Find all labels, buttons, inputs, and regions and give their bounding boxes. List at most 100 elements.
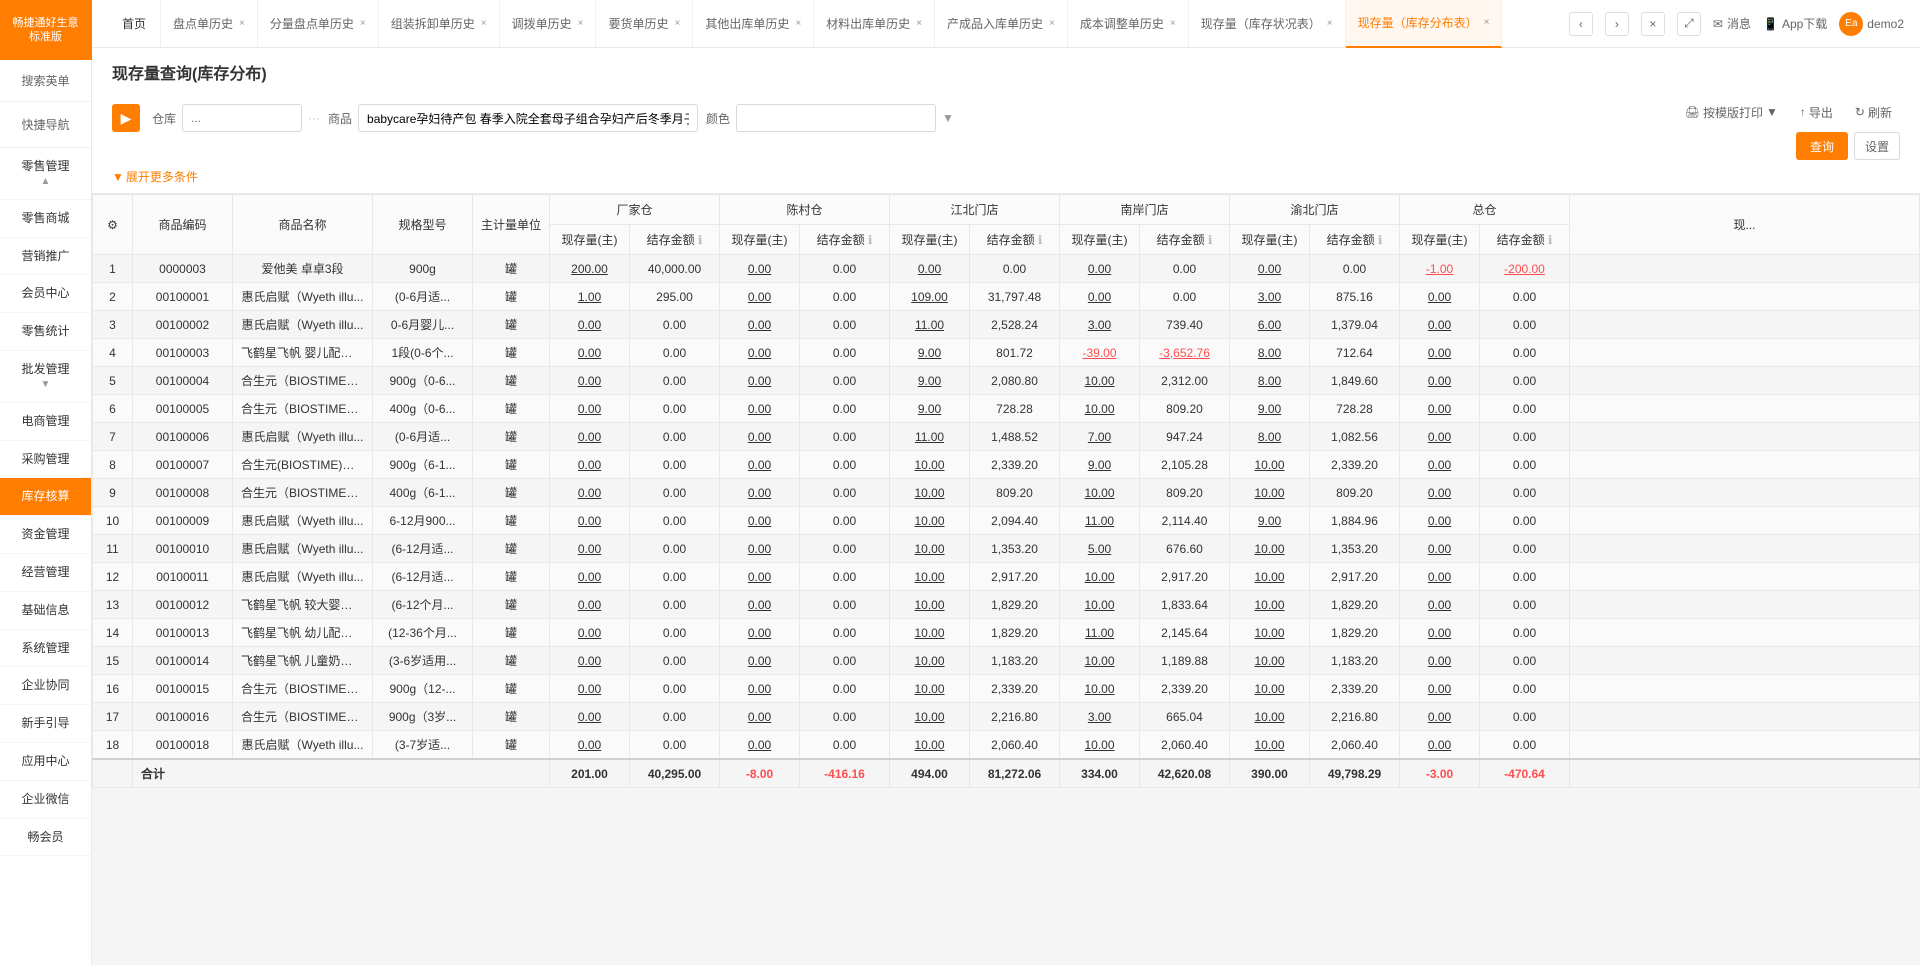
cell-t-stock[interactable]: 0.00 (1400, 479, 1480, 507)
th-settings[interactable]: ⚙ (93, 195, 133, 255)
tab-qita-close[interactable]: × (795, 18, 801, 29)
tab-xiancun-close[interactable]: × (1327, 18, 1333, 29)
sidebar-item-newguide[interactable]: 新手引导 (0, 705, 91, 743)
cell-jb-stock[interactable]: 0.00 (890, 255, 970, 283)
cell-t-stock[interactable]: 0.00 (1400, 647, 1480, 675)
color-dropdown-icon[interactable]: ▼ (942, 111, 954, 125)
sidebar-item-finance[interactable]: 资金管理 (0, 516, 91, 554)
export-btn[interactable]: ↑ 导出 (1792, 98, 1841, 126)
color-input[interactable] (736, 104, 936, 132)
cell-fc-stock[interactable]: 0.00 (550, 479, 630, 507)
cell-jb-stock[interactable]: 109.00 (890, 283, 970, 311)
cell-t-stock[interactable]: 0.00 (1400, 619, 1480, 647)
tab-diaobo-close[interactable]: × (578, 18, 584, 29)
sidebar-item-appcenter[interactable]: 应用中心 (0, 743, 91, 781)
cell-t-stock[interactable]: 0.00 (1400, 311, 1480, 339)
cell-na-stock[interactable]: 11.00 (1060, 619, 1140, 647)
sidebar-item-basic[interactable]: 基础信息 (0, 592, 91, 630)
cell-jb-stock[interactable]: 10.00 (890, 703, 970, 731)
sidebar-item-retail[interactable]: 零售管理 ▲ (0, 148, 91, 200)
cell-yb-stock[interactable]: 8.00 (1230, 339, 1310, 367)
home-tab[interactable]: 首页 (108, 0, 161, 48)
cell-fc-stock[interactable]: 0.00 (550, 507, 630, 535)
query-btn[interactable]: 查询 (1796, 132, 1848, 160)
cell-yb-stock[interactable]: 10.00 (1230, 535, 1310, 563)
cell-jb-stock[interactable]: 10.00 (890, 535, 970, 563)
cell-fc-stock[interactable]: 0.00 (550, 451, 630, 479)
cell-fc-stock[interactable]: 0.00 (550, 619, 630, 647)
sidebar-item-operation[interactable]: 经营管理 (0, 554, 91, 592)
cell-na-stock[interactable]: 10.00 (1060, 367, 1140, 395)
cell-na-stock[interactable]: 0.00 (1060, 283, 1140, 311)
cell-na-stock[interactable]: 10.00 (1060, 675, 1140, 703)
cell-na-stock[interactable]: 10.00 (1060, 591, 1140, 619)
sidebar-item-retail-shop[interactable]: 零售商城 (0, 200, 91, 238)
cell-jb-stock[interactable]: 10.00 (890, 675, 970, 703)
cell-na-stock[interactable]: 10.00 (1060, 395, 1140, 423)
settings-btn[interactable]: 设置 (1854, 132, 1900, 160)
cell-fc-stock[interactable]: 0.00 (550, 563, 630, 591)
cell-t-stock[interactable]: 0.00 (1400, 283, 1480, 311)
cell-yb-stock[interactable]: 8.00 (1230, 423, 1310, 451)
cell-cc-stock[interactable]: 0.00 (720, 647, 800, 675)
cell-fc-stock[interactable]: 200.00 (550, 255, 630, 283)
cell-na-stock[interactable]: 7.00 (1060, 423, 1140, 451)
sidebar-item-member[interactable]: 会员中心 (0, 275, 91, 313)
tab-xiancunliang-dist[interactable]: 现存量（库存分布表） × (1346, 0, 1503, 48)
cell-jb-stock[interactable]: 11.00 (890, 423, 970, 451)
cell-yb-stock[interactable]: 10.00 (1230, 591, 1310, 619)
cell-yb-stock[interactable]: 9.00 (1230, 395, 1310, 423)
cell-fc-stock[interactable]: 1.00 (550, 283, 630, 311)
cell-cc-stock[interactable]: 0.00 (720, 619, 800, 647)
cell-t-stock[interactable]: 0.00 (1400, 339, 1480, 367)
sidebar-item-retail-stat[interactable]: 零售统计 (0, 313, 91, 351)
tab-pandian-close[interactable]: × (239, 18, 245, 29)
quicknav-label[interactable]: 快捷导航 (0, 110, 91, 139)
tab-xiancunliang-status[interactable]: 现存量（库存状况表） × (1189, 0, 1346, 48)
sidebar-item-marketing[interactable]: 营销推广 (0, 238, 91, 276)
tab-yaohuo[interactable]: 要货单历史 × (596, 0, 693, 48)
cell-t-stock[interactable]: 0.00 (1400, 451, 1480, 479)
cell-na-stock[interactable]: 10.00 (1060, 731, 1140, 760)
tab-expand-btn[interactable]: ⤢ (1677, 12, 1701, 36)
cell-yb-stock[interactable]: 10.00 (1230, 731, 1310, 760)
cell-na-stock[interactable]: 3.00 (1060, 311, 1140, 339)
cell-fc-stock[interactable]: 0.00 (550, 395, 630, 423)
cell-na-stock[interactable]: 9.00 (1060, 451, 1140, 479)
cell-t-stock[interactable]: 0.00 (1400, 507, 1480, 535)
tab-diaobo[interactable]: 调拨单历史 × (500, 0, 597, 48)
cell-na-stock[interactable]: 0.00 (1060, 255, 1140, 283)
cell-cc-stock[interactable]: 0.00 (720, 535, 800, 563)
cell-na-stock[interactable]: -39.00 (1060, 339, 1140, 367)
cell-na-stock[interactable]: 3.00 (1060, 703, 1140, 731)
cell-t-stock[interactable]: 0.00 (1400, 535, 1480, 563)
warehouse-more-icon[interactable]: ··· (308, 111, 320, 125)
cell-jb-stock[interactable]: 10.00 (890, 479, 970, 507)
cell-fc-stock[interactable]: 0.00 (550, 703, 630, 731)
cell-t-stock[interactable]: 0.00 (1400, 563, 1480, 591)
cell-jb-stock[interactable]: 9.00 (890, 367, 970, 395)
cell-na-stock[interactable]: 10.00 (1060, 563, 1140, 591)
sidebar-item-inventory[interactable]: 库存核算 (0, 478, 91, 516)
cell-yb-stock[interactable]: 9.00 (1230, 507, 1310, 535)
cell-cc-stock[interactable]: 0.00 (720, 591, 800, 619)
cell-cc-stock[interactable]: 0.00 (720, 255, 800, 283)
download-btn[interactable]: 📱 App下载 (1763, 15, 1827, 32)
cell-cc-stock[interactable]: 0.00 (720, 423, 800, 451)
tab-next-btn[interactable]: › (1605, 12, 1629, 36)
cell-t-stock[interactable]: -1.00 (1400, 255, 1480, 283)
cell-fc-stock[interactable]: 0.00 (550, 367, 630, 395)
cell-na-stock[interactable]: 10.00 (1060, 479, 1140, 507)
cell-cc-stock[interactable]: 0.00 (720, 451, 800, 479)
cell-t-stock[interactable]: 0.00 (1400, 731, 1480, 760)
cell-jb-stock[interactable]: 10.00 (890, 507, 970, 535)
tab-yaohuo-close[interactable]: × (674, 18, 680, 29)
cell-na-stock[interactable]: 11.00 (1060, 507, 1140, 535)
print-btn[interactable]: 🖨 按模版打印 ▼ (1677, 98, 1786, 126)
app-logo[interactable]: 畅捷通好生意标准版 (0, 0, 92, 60)
tab-pandian[interactable]: 盘点单历史 × (161, 0, 258, 48)
cell-fc-stock[interactable]: 0.00 (550, 339, 630, 367)
tab-kucun-status[interactable]: 成本调整单历史 × (1068, 0, 1189, 48)
cell-yb-stock[interactable]: 0.00 (1230, 255, 1310, 283)
cell-fc-stock[interactable]: 0.00 (550, 423, 630, 451)
